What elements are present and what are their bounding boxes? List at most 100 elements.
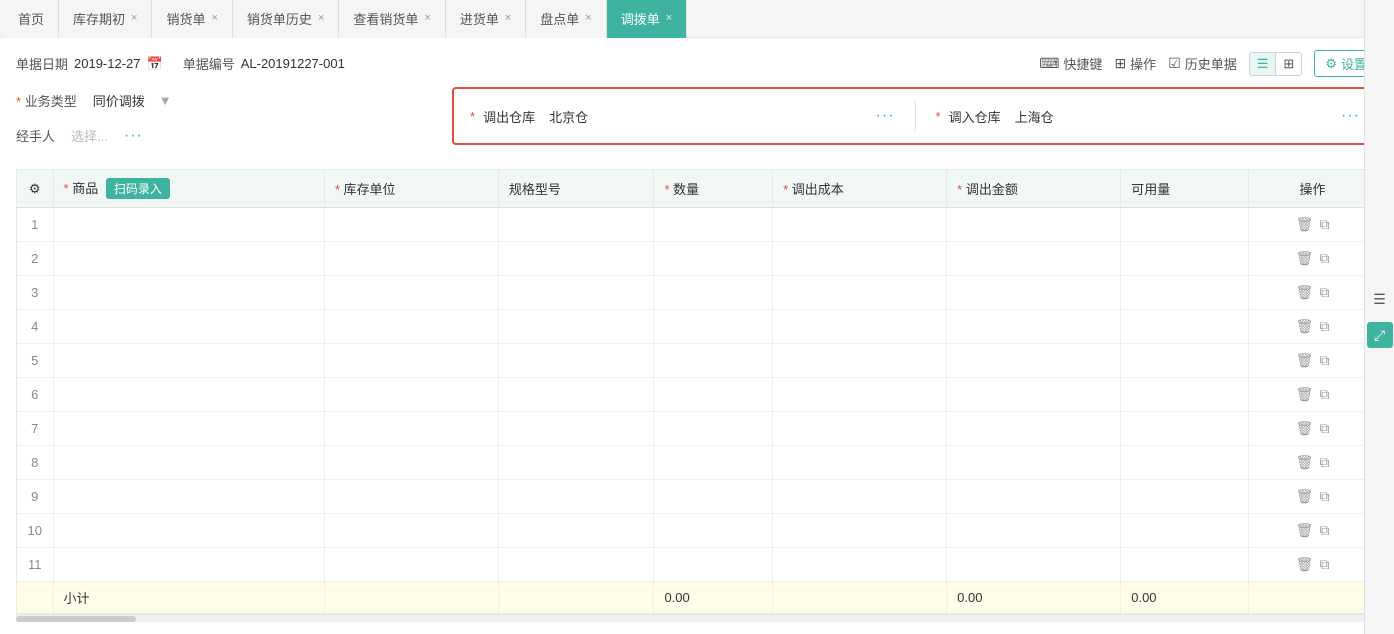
row-unit[interactable] [324, 412, 498, 446]
shortcuts-button[interactable]: ⌨ 快捷键 [1039, 54, 1102, 73]
row-unit[interactable] [324, 242, 498, 276]
row-cost[interactable] [773, 480, 947, 514]
row-available[interactable] [1121, 480, 1249, 514]
row-qty[interactable] [654, 344, 773, 378]
tab-view-sales-close[interactable]: × [424, 13, 430, 24]
row-spec[interactable] [498, 514, 654, 548]
row-amount[interactable] [947, 480, 1121, 514]
history-button[interactable]: ☑ 历史单据 [1168, 54, 1237, 73]
row-available[interactable] [1121, 242, 1249, 276]
row-unit[interactable] [324, 276, 498, 310]
row-product[interactable] [53, 548, 324, 582]
delete-row-button[interactable]: 🗑 [1296, 352, 1314, 369]
delete-row-button[interactable]: 🗑 [1296, 522, 1314, 539]
row-available[interactable] [1121, 446, 1249, 480]
row-available[interactable] [1121, 276, 1249, 310]
tab-purchase[interactable]: 进货单 × [446, 0, 526, 38]
delete-row-button[interactable]: 🗑 [1296, 420, 1314, 437]
row-available[interactable] [1121, 548, 1249, 582]
view-btn-grid[interactable]: ⊞ [1276, 53, 1301, 75]
row-cost[interactable] [773, 242, 947, 276]
tab-stocktake[interactable]: 盘点单 × [526, 0, 606, 38]
row-cost[interactable] [773, 378, 947, 412]
row-available[interactable] [1121, 514, 1249, 548]
delete-row-button[interactable]: 🗑 [1296, 318, 1314, 335]
row-cost[interactable] [773, 514, 947, 548]
tab-sales-history-close[interactable]: × [318, 13, 324, 24]
row-spec[interactable] [498, 412, 654, 446]
row-product[interactable] [53, 310, 324, 344]
row-spec[interactable] [498, 208, 654, 242]
copy-row-button[interactable]: ⧉ [1319, 216, 1329, 233]
row-spec[interactable] [498, 242, 654, 276]
row-spec[interactable] [498, 276, 654, 310]
row-unit[interactable] [324, 480, 498, 514]
delete-row-button[interactable]: 🗑 [1296, 284, 1314, 301]
row-available[interactable] [1121, 378, 1249, 412]
copy-row-button[interactable]: ⧉ [1319, 420, 1329, 437]
horizontal-scrollbar[interactable] [16, 614, 1378, 622]
copy-row-button[interactable]: ⧉ [1319, 488, 1329, 505]
tab-inventory-init[interactable]: 库存期初 × [59, 0, 152, 38]
handler-more-button[interactable]: ··· [124, 127, 143, 145]
copy-row-button[interactable]: ⧉ [1319, 284, 1329, 301]
row-available[interactable] [1121, 310, 1249, 344]
view-btn-list[interactable]: ☰ [1250, 53, 1277, 75]
operations-button[interactable]: ⊞ 操作 [1114, 54, 1156, 73]
row-cost[interactable] [773, 344, 947, 378]
row-product[interactable] [53, 276, 324, 310]
tab-home[interactable]: 首页 [4, 0, 59, 38]
row-amount[interactable] [947, 242, 1121, 276]
tab-inventory-init-close[interactable]: × [131, 13, 137, 24]
copy-row-button[interactable]: ⧉ [1319, 352, 1329, 369]
out-warehouse-value[interactable]: 北京仓 [549, 107, 588, 126]
row-qty[interactable] [654, 480, 773, 514]
row-cost[interactable] [773, 446, 947, 480]
row-amount[interactable] [947, 514, 1121, 548]
delete-row-button[interactable]: 🗑 [1296, 454, 1314, 471]
copy-row-button[interactable]: ⧉ [1319, 522, 1329, 539]
scan-button[interactable]: 扫码录入 [106, 178, 170, 199]
row-product[interactable] [53, 412, 324, 446]
row-unit[interactable] [324, 208, 498, 242]
row-qty[interactable] [654, 378, 773, 412]
tab-purchase-close[interactable]: × [505, 13, 511, 24]
row-qty[interactable] [654, 242, 773, 276]
tab-stocktake-close[interactable]: × [585, 13, 591, 24]
row-cost[interactable] [773, 310, 947, 344]
row-qty[interactable] [654, 276, 773, 310]
in-warehouse-value[interactable]: 上海仓 [1015, 107, 1054, 126]
row-product[interactable] [53, 446, 324, 480]
row-available[interactable] [1121, 344, 1249, 378]
tab-transfer[interactable]: 调拨单 × [607, 0, 687, 38]
row-qty[interactable] [654, 548, 773, 582]
row-amount[interactable] [947, 548, 1121, 582]
copy-row-button[interactable]: ⧉ [1319, 454, 1329, 471]
copy-row-button[interactable]: ⧉ [1319, 250, 1329, 267]
row-unit[interactable] [324, 344, 498, 378]
row-product[interactable] [53, 242, 324, 276]
row-product[interactable] [53, 344, 324, 378]
row-qty[interactable] [654, 514, 773, 548]
row-qty[interactable] [654, 446, 773, 480]
tab-sales-order-close[interactable]: × [211, 13, 217, 24]
row-unit[interactable] [324, 378, 498, 412]
table-settings-icon-col[interactable]: ⚙ [17, 170, 53, 208]
row-amount[interactable] [947, 208, 1121, 242]
delete-row-button[interactable]: 🗑 [1296, 216, 1314, 233]
tab-transfer-close[interactable]: × [666, 13, 672, 24]
scroll-thumb[interactable] [16, 616, 136, 622]
copy-row-button[interactable]: ⧉ [1319, 556, 1329, 573]
row-amount[interactable] [947, 446, 1121, 480]
tab-view-sales[interactable]: 查看销货单 × [339, 0, 445, 38]
row-amount[interactable] [947, 378, 1121, 412]
sidebar-expand-icon[interactable]: ⤢ [1367, 322, 1393, 348]
row-cost[interactable] [773, 412, 947, 446]
date-value[interactable]: 2019-12-27 [74, 56, 141, 71]
row-amount[interactable] [947, 412, 1121, 446]
copy-row-button[interactable]: ⧉ [1319, 386, 1329, 403]
delete-row-button[interactable]: 🗑 [1296, 488, 1314, 505]
row-unit[interactable] [324, 446, 498, 480]
row-spec[interactable] [498, 378, 654, 412]
biz-type-select[interactable]: 同价调拨 ▼ [85, 87, 265, 114]
